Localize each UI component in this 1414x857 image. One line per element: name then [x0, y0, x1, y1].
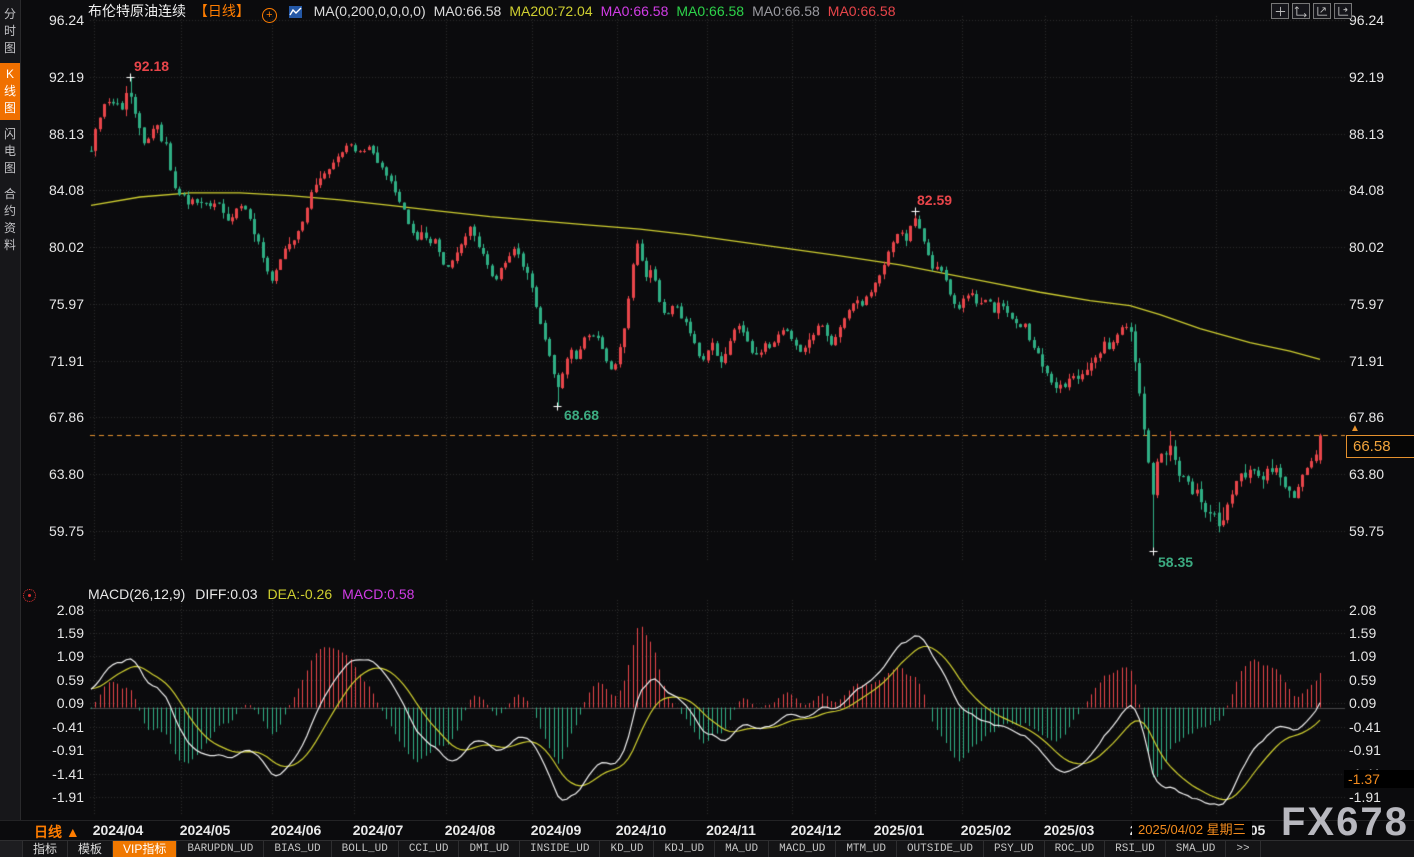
ma-value: MA200:72.04	[509, 3, 593, 19]
toolbar-item-19[interactable]: >>	[1226, 841, 1261, 857]
ma-value: MA0:66.58	[827, 3, 896, 19]
price-axis-label-right: 59.75	[1349, 523, 1385, 540]
macd-header: MACD(26,12,9) DIFF:0.03 DEA:-0.26 MACD:0.58	[88, 586, 424, 602]
month-label: 2024/11	[706, 822, 756, 838]
toolbar-item-11[interactable]: MA_UD	[715, 841, 770, 857]
price-axis-label-right: 84.08	[1349, 182, 1385, 199]
ma-value: MA0:66.58	[600, 3, 669, 19]
macd-axis-label-right: -0.91	[1349, 742, 1381, 759]
macd-axis-label-right: 0.09	[1349, 695, 1377, 712]
macd-axis-label-right: -0.41	[1349, 718, 1381, 735]
zoom-axis-icon[interactable]	[1313, 3, 1331, 19]
toolbar-item-9[interactable]: KD_UD	[600, 841, 655, 857]
month-label: 2024/12	[790, 822, 842, 838]
chart-toolbar-icons	[1271, 3, 1352, 19]
toolbar-item-13[interactable]: MTM_UD	[836, 841, 897, 857]
extreme-price-annotation: 58.35	[1158, 553, 1194, 570]
last-price-value: 66.58	[1353, 438, 1391, 455]
sidebar: 分时图 K线图闪电图合约资料	[0, 0, 21, 820]
extreme-price-annotation: 82.59	[917, 192, 953, 209]
price-axis-label-right: 75.97	[1349, 295, 1385, 312]
chart-header: 布伦特原油连续 【日线】 + MA(0,200,0,0,0,0) MA0:66.5…	[88, 1, 912, 23]
toolbar-item-2[interactable]: VIP指标	[113, 841, 178, 857]
trading-app: 分时图 K线图闪电图合约资料 布伦特原油连续 【日线】 + MA(0,200,0,…	[0, 0, 1414, 857]
period-selector[interactable]: 日线 ▲	[34, 822, 80, 842]
macd-header-value: DIFF:0.03	[195, 586, 258, 602]
toolbar-item-16[interactable]: ROC_UD	[1045, 841, 1106, 857]
macd-header-value: DEA:-0.26	[267, 586, 333, 602]
toolbar-item-4[interactable]: BIAS_UD	[264, 841, 332, 857]
crosshair-move-icon[interactable]	[1271, 3, 1289, 19]
month-label: 2025/01	[873, 822, 925, 838]
toolbar-item-10[interactable]: KDJ_UD	[654, 841, 716, 857]
instrument-title: 布伦特原油连续	[88, 3, 186, 19]
toolbar-item-0[interactable]: 指标	[23, 841, 69, 857]
extreme-price-annotation: 92.18	[134, 57, 170, 74]
toolbar-item-17[interactable]: RSI_UD	[1105, 841, 1166, 857]
ma-values: MA(0,200,0,0,0,0) MA0:66.58 MA200:72.04 MA0…	[314, 3, 904, 19]
toolbar-item-3[interactable]: BARUPDN_UD	[177, 841, 265, 857]
toolbar-item-15[interactable]: PSY_UD	[984, 841, 1045, 857]
sidebar-tab-3[interactable]: 合约资料	[0, 183, 20, 257]
macd-axis-label-right: 1.59	[1349, 624, 1377, 641]
extreme-price-annotation: 68.68	[564, 406, 600, 423]
price-arrow-icon: ▲	[1350, 423, 1360, 434]
price-axis-label-right: 71.91	[1349, 352, 1385, 369]
indicator-toolbar: 指标 模板 VIP指标 BARUPDN_UD BIAS_UD BOLL_UD CCI_UD D…	[0, 840, 1414, 857]
toolbar-item-6[interactable]: CCI_UD	[399, 841, 460, 857]
crosshair-date-badge: 2025/04/02 星期三	[1132, 821, 1252, 839]
toolbar-item-7[interactable]: DMI_UD	[459, 841, 521, 857]
month-label: 2024/08	[444, 822, 496, 838]
last-price-marker: 66.58	[1346, 435, 1414, 458]
toolbar-corner	[0, 841, 23, 857]
ma-value: MA0:66.58	[676, 3, 745, 19]
month-label: 2024/06	[270, 822, 322, 838]
toolbar-item-18[interactable]: SMA_UD	[1166, 841, 1227, 857]
month-label: 2024/04	[92, 822, 144, 838]
month-label: 2025/03	[1043, 822, 1095, 838]
macd-header-value: MACD(26,12,9)	[88, 586, 186, 602]
toolbar-item-5[interactable]: BOLL_UD	[332, 841, 399, 857]
month-label: 2024/05	[179, 822, 231, 838]
macd-axis-label-right: 2.08	[1349, 601, 1377, 618]
ma-value: MA0:66.58	[752, 3, 820, 19]
sidebar-tab-1[interactable]: K线图	[0, 63, 20, 120]
macd-settings-icon[interactable]	[23, 589, 36, 602]
add-indicator-icon[interactable]: +	[261, 8, 277, 23]
month-label: 2024/10	[615, 822, 667, 838]
chart-canvas[interactable]	[0, 0, 1414, 857]
brand-watermark: FX678	[1281, 800, 1409, 844]
month-label: 2024/07	[352, 822, 404, 838]
indicator-chart-icon	[288, 5, 302, 21]
toolbar-item-12[interactable]: MACD_UD	[769, 841, 837, 857]
price-axis-label-right: 80.02	[1349, 239, 1385, 256]
price-axis-label-right: 88.13	[1349, 125, 1385, 142]
sidebar-tab-2[interactable]: 闪电图	[0, 123, 20, 180]
sidebar-tab-0[interactable]: 分时图	[0, 3, 20, 60]
macd-axis-label-right: 0.59	[1349, 671, 1377, 688]
y-axis-fit-icon[interactable]	[1292, 3, 1310, 19]
price-axis-label-right: 96.24	[1349, 12, 1385, 28]
toolbar-item-1[interactable]: 模板	[68, 841, 114, 857]
price-axis-label-right: 92.19	[1349, 68, 1385, 85]
pan-right-icon[interactable]	[1334, 3, 1352, 19]
toolbar-item-8[interactable]: INSIDE_UD	[520, 841, 601, 857]
price-axis-label-right: 63.80	[1349, 466, 1385, 483]
month-label: 2025/02	[960, 822, 1012, 838]
ma-value: MA0:66.58	[433, 3, 502, 19]
month-label: 2024/09	[530, 822, 582, 838]
macd-crosshair-value: -1.37	[1344, 770, 1414, 788]
period-tag: 【日线】	[193, 3, 250, 19]
ma-value: MA(0,200,0,0,0,0)	[313, 3, 426, 19]
macd-axis-label-right: 1.09	[1349, 648, 1377, 665]
toolbar-item-14[interactable]: OUTSIDE_UD	[897, 841, 984, 857]
macd-header-value: MACD:0.58	[342, 586, 415, 602]
